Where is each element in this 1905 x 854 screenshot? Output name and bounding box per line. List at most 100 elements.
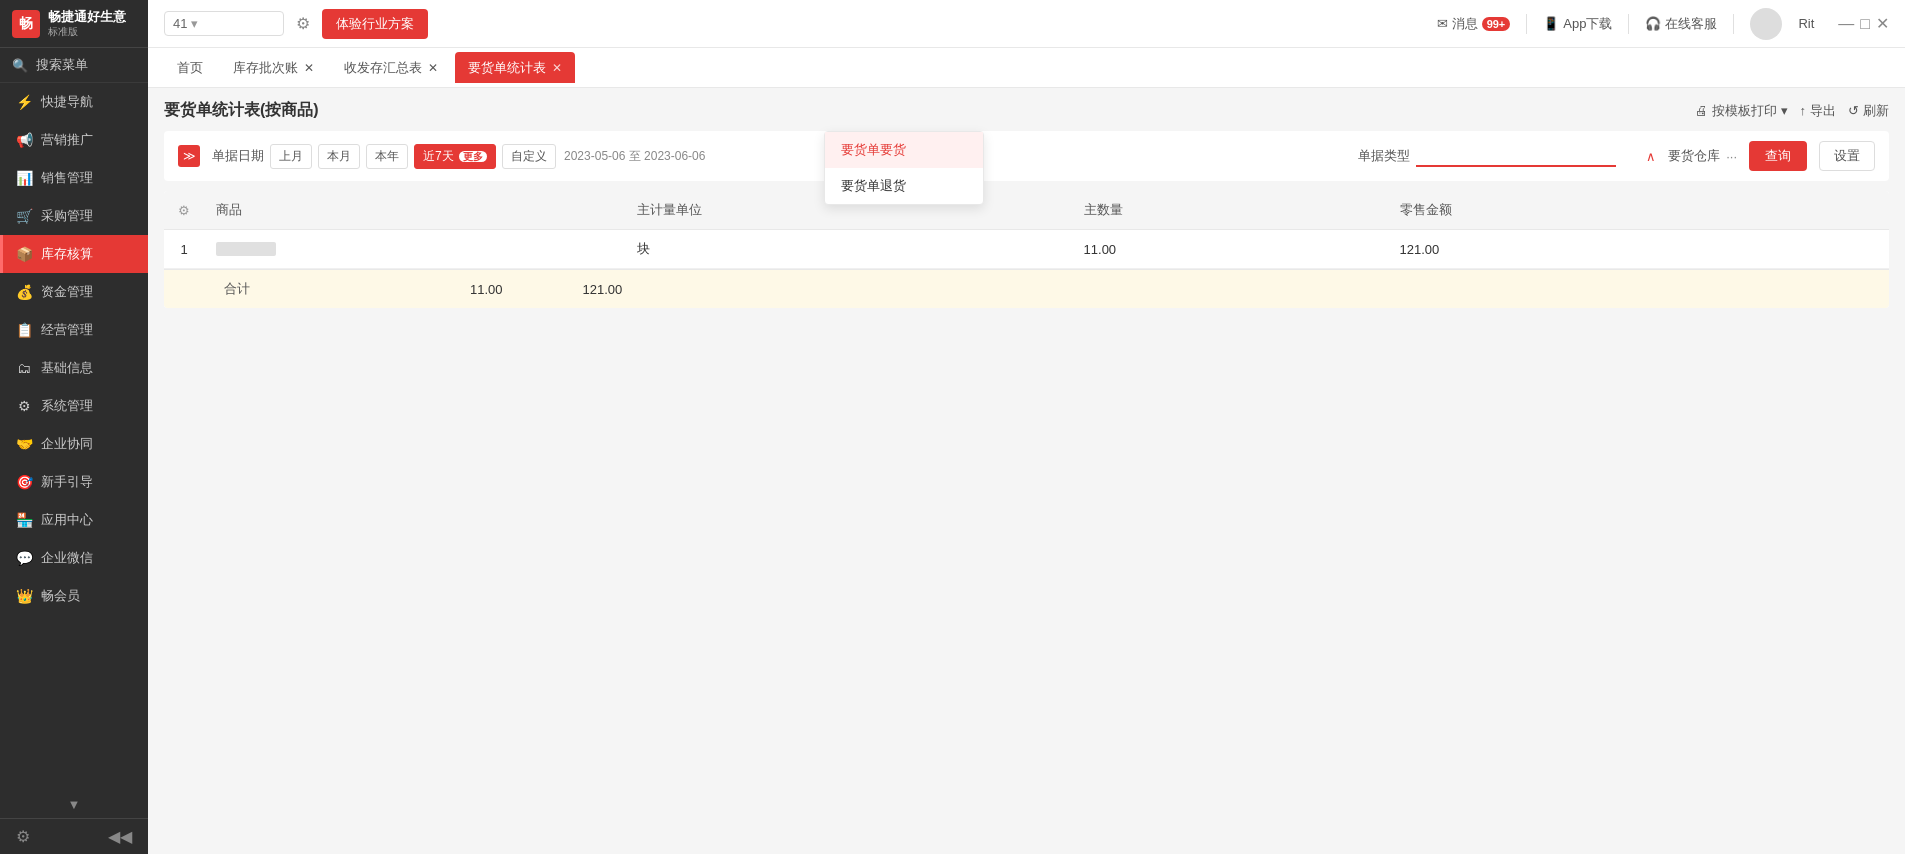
date-filter-group: 单据日期 上月 本月 本年 近7天 更多 自定义 2023-05-06 至 20… xyxy=(212,144,705,169)
page-title: 要货单统计表(按商品) xyxy=(164,100,319,121)
search-menu[interactable]: 🔍 搜索菜单 xyxy=(0,48,148,83)
cell-product xyxy=(204,230,625,269)
data-table-container: ⚙ 商品 主计量单位 主数量 零售金额 1 xyxy=(164,191,1889,308)
messages-item[interactable]: ✉ 消息 99+ xyxy=(1437,15,1511,33)
purchase-icon: 🛒 xyxy=(15,208,33,224)
date-this-month-btn[interactable]: 本月 xyxy=(318,144,360,169)
company-value: 41 xyxy=(173,16,187,31)
tab-order-summary-close[interactable]: ✕ xyxy=(552,61,562,75)
app-download-item[interactable]: 📱 App下载 xyxy=(1543,15,1612,33)
sidebar-item-label: 销售管理 xyxy=(41,169,93,187)
sidebar-item-member[interactable]: 👑 畅会员 xyxy=(0,577,148,615)
col-product: 商品 xyxy=(204,191,625,230)
marketing-icon: 📢 xyxy=(15,132,33,148)
sidebar-collapse-icon[interactable]: ◀◀ xyxy=(108,827,132,846)
sidebar-item-label: 企业协同 xyxy=(41,435,93,453)
footer-label: 合计 xyxy=(224,280,250,298)
filter-expand-btn[interactable]: ≫ xyxy=(178,145,200,167)
sidebar-item-inventory[interactable]: 📦 库存核算 xyxy=(0,235,148,273)
sidebar-item-purchase[interactable]: 🛒 采购管理 xyxy=(0,197,148,235)
sidebar-item-system[interactable]: ⚙ 系统管理 xyxy=(0,387,148,425)
table-footer: 合计 11.00 121.00 xyxy=(164,269,1889,308)
sidebar-item-basic[interactable]: 🗂 基础信息 xyxy=(0,349,148,387)
type-arrow-icon[interactable]: ∧ xyxy=(1646,149,1656,164)
tab-inventory-batch[interactable]: 库存批次账 ✕ xyxy=(220,52,327,83)
warehouse-dots[interactable]: ··· xyxy=(1726,149,1737,164)
date-7days-btn[interactable]: 近7天 更多 xyxy=(414,144,496,169)
user-avatar[interactable] xyxy=(1750,8,1782,40)
tab-receivable-summary[interactable]: 收发存汇总表 ✕ xyxy=(331,52,451,83)
appstore-icon: 🏪 xyxy=(15,512,33,528)
date-this-year-btn[interactable]: 本年 xyxy=(366,144,408,169)
date-last-month-btn[interactable]: 上月 xyxy=(270,144,312,169)
sidebar-item-collab[interactable]: 🤝 企业协同 xyxy=(0,425,148,463)
sidebar: 畅 畅捷通好生意 标准版 🔍 搜索菜单 ⚡ 快捷导航 📢 营销推广 📊 销售管理… xyxy=(0,0,148,854)
print-action[interactable]: 🖨 按模板打印 ▾ xyxy=(1695,102,1788,120)
username-label: Rit xyxy=(1798,16,1814,31)
sidebar-item-guide[interactable]: 🎯 新手引导 xyxy=(0,463,148,501)
col-qty: 主数量 xyxy=(1072,191,1388,230)
date-filter-label: 单据日期 xyxy=(212,147,264,165)
page-header: 要货单统计表(按商品) 🖨 按模板打印 ▾ ↑ 导出 ↺ 刷新 xyxy=(164,100,1889,121)
export-action[interactable]: ↑ 导出 xyxy=(1800,102,1837,120)
type-input[interactable] xyxy=(1416,146,1616,167)
warehouse-filter-group: 要货仓库 ··· xyxy=(1668,147,1737,165)
message-icon: ✉ xyxy=(1437,16,1448,31)
search-icon: 🔍 xyxy=(12,58,28,73)
product-placeholder xyxy=(216,242,276,256)
sidebar-item-finance[interactable]: 💰 资金管理 xyxy=(0,273,148,311)
sidebar-item-business[interactable]: 📋 经营管理 xyxy=(0,311,148,349)
window-minimize-btn[interactable]: — xyxy=(1838,15,1854,33)
sidebar-settings-icon[interactable]: ⚙ xyxy=(16,827,30,846)
selector-arrow-icon: ▾ xyxy=(191,16,198,31)
tab-inventory-batch-close[interactable]: ✕ xyxy=(304,61,314,75)
trial-btn[interactable]: 体验行业方案 xyxy=(322,9,428,39)
filter-bar: ≫ 单据日期 上月 本月 本年 近7天 更多 自定义 2023-05-06 至 … xyxy=(164,131,1889,181)
page-actions: 🖨 按模板打印 ▾ ↑ 导出 ↺ 刷新 xyxy=(1695,102,1890,120)
collab-icon: 🤝 xyxy=(15,436,33,452)
cell-qty: 11.00 xyxy=(1072,230,1388,269)
sidebar-item-sales[interactable]: 📊 销售管理 xyxy=(0,159,148,197)
window-controls: — □ ✕ xyxy=(1838,14,1889,33)
sidebar-item-wechat[interactable]: 💬 企业微信 xyxy=(0,539,148,577)
sidebar-logo: 畅 畅捷通好生意 标准版 xyxy=(0,0,148,48)
tab-home-label: 首页 xyxy=(177,59,203,77)
business-icon: 📋 xyxy=(15,322,33,338)
tab-receivable-summary-close[interactable]: ✕ xyxy=(428,61,438,75)
dropdown-item-0[interactable]: 要货单要货 xyxy=(825,132,983,168)
print-icon: 🖨 xyxy=(1695,103,1708,118)
cell-extra xyxy=(1769,230,1889,269)
logo-text: 畅捷通好生意 标准版 xyxy=(48,9,126,39)
product-cell-content xyxy=(216,242,613,256)
topbar-gear-icon[interactable]: ⚙ xyxy=(296,14,310,33)
sidebar-item-label: 库存核算 xyxy=(41,245,93,263)
filter-settings-btn[interactable]: 设置 xyxy=(1819,141,1875,171)
sidebar-item-label: 企业微信 xyxy=(41,549,93,567)
online-service-item[interactable]: 🎧 在线客服 xyxy=(1645,15,1717,33)
logo-main: 畅捷通好生意 xyxy=(48,9,126,26)
date-range-display: 2023-05-06 至 2023-06-06 xyxy=(564,148,705,165)
divider xyxy=(1526,14,1527,34)
sidebar-scroll-down[interactable]: ▼ xyxy=(0,791,148,818)
sidebar-nav: ⚡ 快捷导航 📢 营销推广 📊 销售管理 🛒 采购管理 📦 库存核算 💰 资金管… xyxy=(0,83,148,791)
main-area: 41 ▾ ⚙ 体验行业方案 ✉ 消息 99+ 📱 App下载 🎧 在线客服 xyxy=(148,0,1905,854)
sidebar-item-label: 经营管理 xyxy=(41,321,93,339)
company-selector[interactable]: 41 ▾ xyxy=(164,11,284,36)
tab-home[interactable]: 首页 xyxy=(164,52,216,83)
sidebar-item-appstore[interactable]: 🏪 应用中心 xyxy=(0,501,148,539)
tab-order-summary-label: 要货单统计表 xyxy=(468,59,546,77)
window-maximize-btn[interactable]: □ xyxy=(1860,15,1870,33)
dropdown-item-1[interactable]: 要货单退货 xyxy=(825,168,983,204)
system-icon: ⚙ xyxy=(15,398,33,414)
sidebar-item-label: 资金管理 xyxy=(41,283,93,301)
sidebar-item-marketing[interactable]: 📢 营销推广 xyxy=(0,121,148,159)
query-btn[interactable]: 查询 xyxy=(1749,141,1807,171)
refresh-action[interactable]: ↺ 刷新 xyxy=(1848,102,1889,120)
sidebar-item-quick-nav[interactable]: ⚡ 快捷导航 xyxy=(0,83,148,121)
table-row: 1 块 11.00 121.00 xyxy=(164,230,1889,269)
col-settings[interactable]: ⚙ xyxy=(164,191,204,230)
tab-order-summary[interactable]: 要货单统计表 ✕ xyxy=(455,52,575,83)
window-close-btn[interactable]: ✕ xyxy=(1876,14,1889,33)
sidebar-item-label: 新手引导 xyxy=(41,473,93,491)
date-custom-btn[interactable]: 自定义 xyxy=(502,144,556,169)
